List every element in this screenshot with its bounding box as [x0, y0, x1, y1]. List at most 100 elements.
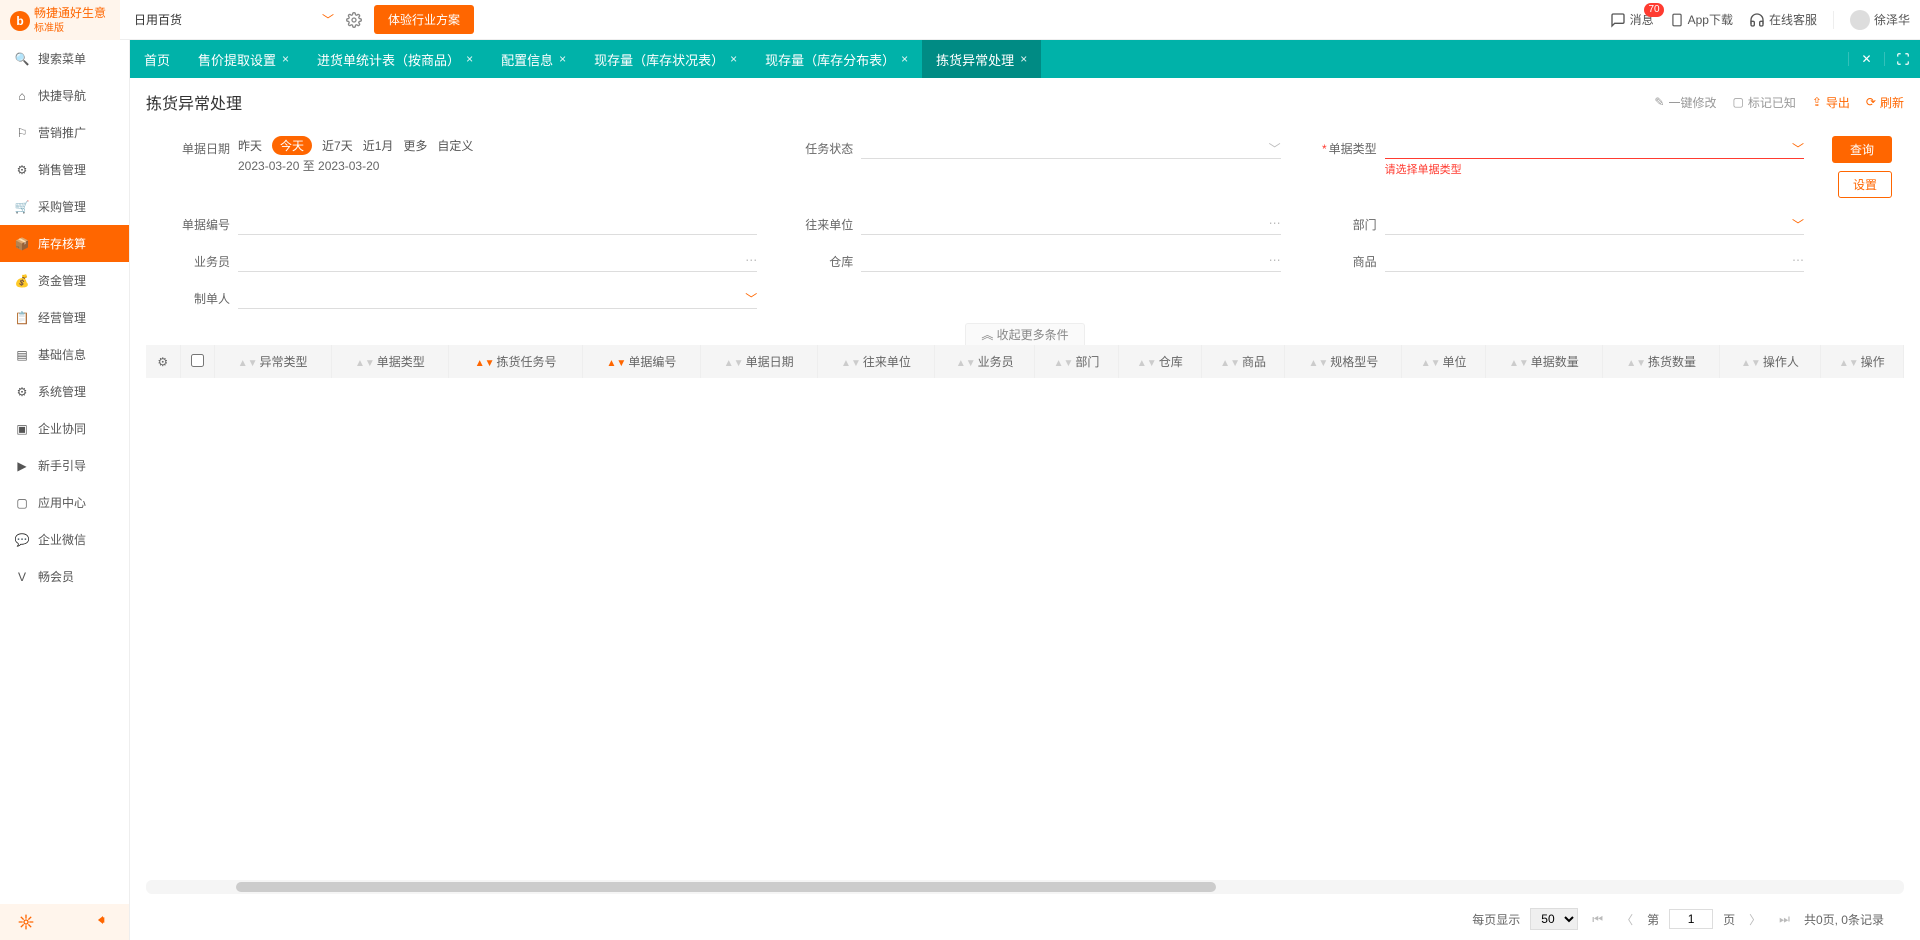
ellipsis-icon[interactable]: ⋯ [1269, 253, 1281, 267]
tab-配置信息[interactable]: 配置信息× [487, 40, 580, 78]
date-shortcut-more[interactable]: 更多 [403, 137, 427, 154]
export-button[interactable]: ⇪导出 [1812, 94, 1850, 111]
sidebar-item-funds[interactable]: 💰资金管理 [0, 262, 129, 299]
col-拣货数量[interactable]: ▲▼拣货数量 [1603, 345, 1720, 378]
ellipsis-icon[interactable]: ⋯ [745, 253, 757, 267]
user-menu[interactable]: 徐泽华 [1850, 10, 1910, 30]
close-icon[interactable]: × [730, 52, 737, 66]
sidebar-item-guide[interactable]: ▶新手引导 [0, 447, 129, 484]
task-status-select[interactable] [861, 136, 1280, 159]
settings-gear-icon[interactable] [18, 914, 34, 930]
pager-prev-button[interactable]: 〈 [1617, 911, 1637, 928]
query-button[interactable]: 查询 [1832, 136, 1892, 163]
clerk-input[interactable] [238, 249, 757, 272]
tab-进货单统计表（按商品）[interactable]: 进货单统计表（按商品）× [303, 40, 487, 78]
fullscreen-button[interactable] [1884, 52, 1920, 66]
close-icon[interactable]: × [1020, 52, 1027, 66]
chevron-down-icon[interactable]: ﹀ [1792, 140, 1804, 157]
sidebar-item-purchase[interactable]: 🛒采购管理 [0, 188, 129, 225]
col-select-all[interactable] [180, 345, 214, 378]
sidebar-item-marketing[interactable]: ⚐营销推广 [0, 114, 129, 151]
col-单据编号[interactable]: ▲▼单据编号 [583, 345, 700, 378]
tab-现存量（库存分布表）[interactable]: 现存量（库存分布表）× [751, 40, 922, 78]
chevron-down-icon[interactable]: ﹀ [1269, 140, 1281, 157]
pager-last-button[interactable]: ⏭ [1775, 912, 1794, 927]
sidebar-item-collab[interactable]: ▣企业协同 [0, 410, 129, 447]
collapse-sidebar-icon[interactable] [95, 914, 111, 930]
col-异常类型[interactable]: ▲▼异常类型 [214, 345, 331, 378]
sidebar-item-search-menu[interactable]: 🔍搜索菜单 [0, 40, 129, 77]
sidebar-item-wechat[interactable]: 💬企业微信 [0, 521, 129, 558]
col-仓库[interactable]: ▲▼仓库 [1118, 345, 1201, 378]
messages-button[interactable]: 消息 70 [1610, 11, 1654, 28]
date-shortcut-1m[interactable]: 近1月 [363, 137, 394, 154]
col-往来单位[interactable]: ▲▼往来单位 [817, 345, 934, 378]
col-操作人[interactable]: ▲▼操作人 [1720, 345, 1820, 378]
maker-select[interactable] [238, 286, 757, 309]
sidebar-item-label: 基础信息 [38, 346, 86, 363]
experience-plan-button[interactable]: 体验行业方案 [374, 5, 474, 34]
dept-select[interactable] [1385, 212, 1804, 235]
chevron-down-icon[interactable]: ﹀ [1792, 216, 1804, 233]
col-规格型号[interactable]: ▲▼规格型号 [1285, 345, 1402, 378]
bill-type-select[interactable] [1385, 136, 1804, 159]
store-selector[interactable]: 日用百货 ﹀ [134, 11, 334, 28]
pager-first-button[interactable]: ⏮ [1588, 912, 1607, 927]
tab-现存量（库存状况表）[interactable]: 现存量（库存状况表）× [580, 40, 751, 78]
sort-icon: ▲▼ [607, 358, 627, 369]
goods-input[interactable] [1385, 249, 1804, 272]
tab-拣货异常处理[interactable]: 拣货异常处理× [922, 40, 1041, 78]
col-单据日期[interactable]: ▲▼单据日期 [700, 345, 817, 378]
sidebar-item-inventory[interactable]: 📦库存核算 [0, 225, 129, 262]
col-拣货任务号[interactable]: ▲▼拣货任务号 [449, 345, 583, 378]
date-shortcut-custom[interactable]: 自定义 [437, 137, 473, 154]
sidebar-item-system[interactable]: ⚙系统管理 [0, 373, 129, 410]
sidebar-item-member[interactable]: V畅会员 [0, 558, 129, 595]
select-all-checkbox[interactable] [191, 354, 204, 367]
date-range-display: 2023-03-20 至 2023-03-20 [238, 157, 757, 174]
close-icon[interactable]: × [282, 52, 289, 66]
pager-page-input[interactable] [1669, 909, 1713, 929]
date-shortcut-today[interactable]: 今天 [272, 136, 312, 155]
sort-icon: ▲▼ [724, 358, 744, 369]
close-tab-button[interactable]: ✕ [1848, 52, 1884, 66]
mark-known-button[interactable]: ▢标记已知 [1732, 94, 1795, 111]
sidebar-item-operation[interactable]: 📋经营管理 [0, 299, 129, 336]
col-操作[interactable]: ▲▼操作 [1820, 345, 1903, 378]
ellipsis-icon[interactable]: ⋯ [1269, 216, 1281, 230]
sidebar-item-app-center[interactable]: ▢应用中心 [0, 484, 129, 521]
col-业务员[interactable]: ▲▼业务员 [935, 345, 1035, 378]
tab-售价提取设置[interactable]: 售价提取设置× [184, 40, 303, 78]
warehouse-input[interactable] [861, 249, 1280, 272]
col-settings[interactable]: ⚙ [146, 345, 180, 378]
sidebar-item-quick-nav[interactable]: ⌂快捷导航 [0, 77, 129, 114]
collapse-filters-button[interactable]: ︽ 收起更多条件 [965, 323, 1085, 345]
per-page-select[interactable]: 50 [1530, 908, 1578, 930]
gear-icon[interactable] [346, 12, 362, 28]
tab-首页[interactable]: 首页 [130, 40, 184, 78]
date-shortcut-7d[interactable]: 近7天 [322, 137, 353, 154]
refresh-button[interactable]: ⟳刷新 [1866, 94, 1904, 111]
batch-edit-button[interactable]: ✎一键修改 [1654, 94, 1716, 111]
col-部门[interactable]: ▲▼部门 [1035, 345, 1118, 378]
scrollbar-thumb[interactable] [236, 882, 1216, 892]
col-商品[interactable]: ▲▼商品 [1201, 345, 1284, 378]
date-shortcut-yesterday[interactable]: 昨天 [238, 137, 262, 154]
col-单据数量[interactable]: ▲▼单据数量 [1485, 345, 1602, 378]
app-download-button[interactable]: App下载 [1670, 11, 1733, 28]
bill-no-input[interactable] [238, 212, 757, 235]
setting-button[interactable]: 设置 [1838, 171, 1892, 198]
sidebar-item-sales[interactable]: ⚙销售管理 [0, 151, 129, 188]
pager-next-button[interactable]: 〉 [1745, 911, 1765, 928]
chevron-down-icon[interactable]: ﹀ [745, 290, 757, 307]
horizontal-scrollbar[interactable] [146, 880, 1904, 894]
close-icon[interactable]: × [901, 52, 908, 66]
col-单位[interactable]: ▲▼单位 [1402, 345, 1485, 378]
close-icon[interactable]: × [466, 52, 473, 66]
sidebar-item-base-info[interactable]: ▤基础信息 [0, 336, 129, 373]
ellipsis-icon[interactable]: ⋯ [1792, 253, 1804, 267]
online-service-button[interactable]: 在线客服 [1749, 11, 1817, 28]
col-单据类型[interactable]: ▲▼单据类型 [331, 345, 448, 378]
close-icon[interactable]: × [559, 52, 566, 66]
partner-input[interactable] [861, 212, 1280, 235]
